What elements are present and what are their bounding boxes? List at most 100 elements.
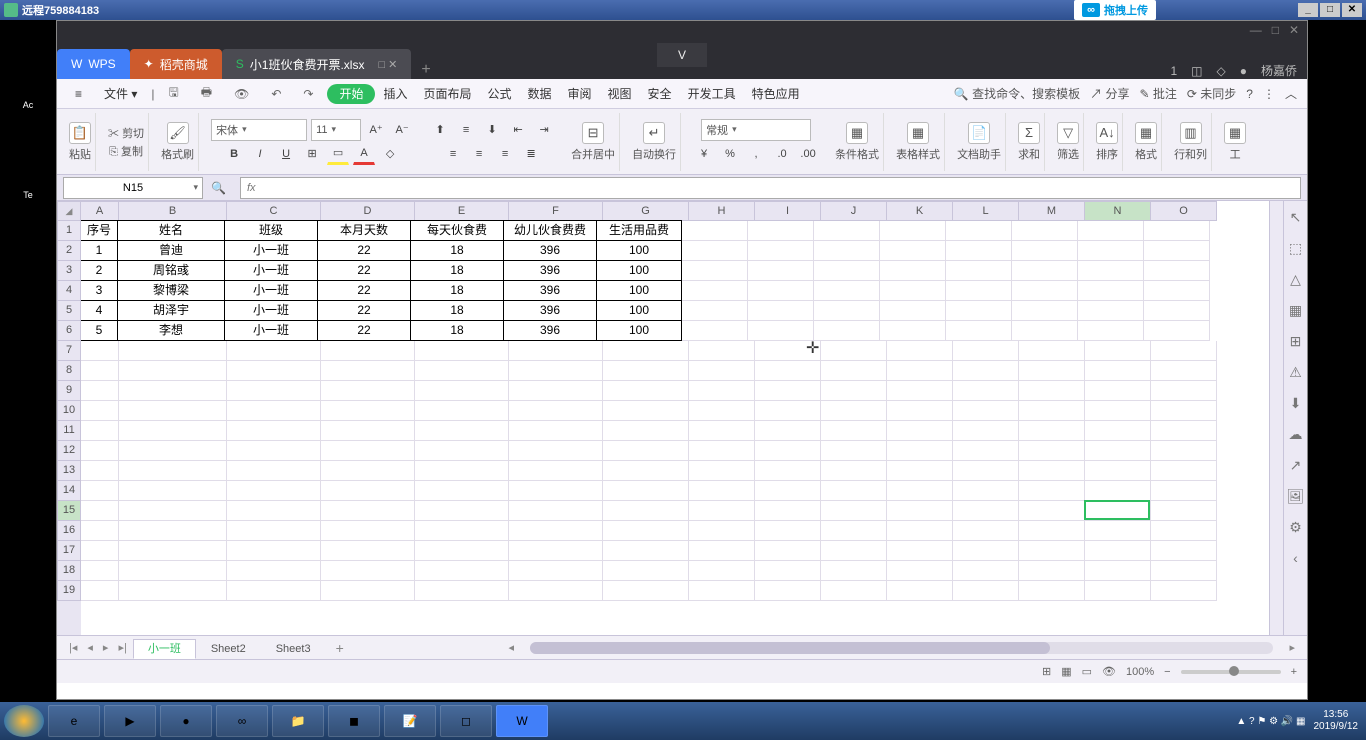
row-header-16[interactable]: 16 xyxy=(57,521,81,541)
cell-E15[interactable] xyxy=(415,501,509,521)
taskbar-player[interactable]: ▶ xyxy=(104,705,156,737)
cell-E5[interactable]: 18 xyxy=(410,300,504,321)
row-header-18[interactable]: 18 xyxy=(57,561,81,581)
cell-A1[interactable]: 序号 xyxy=(81,220,118,241)
cell-E19[interactable] xyxy=(415,581,509,601)
cell-G11[interactable] xyxy=(603,421,689,441)
cell-K4[interactable] xyxy=(880,281,946,301)
dec-inc-icon[interactable]: .0 xyxy=(771,143,793,165)
cell-C11[interactable] xyxy=(227,421,321,441)
cell-F5[interactable]: 396 xyxy=(503,300,597,321)
cell-B8[interactable] xyxy=(119,361,227,381)
cell-L5[interactable] xyxy=(946,301,1012,321)
cell-H4[interactable] xyxy=(682,281,748,301)
dec-dec-icon[interactable]: .00 xyxy=(797,143,819,165)
cell-E2[interactable]: 18 xyxy=(410,240,504,261)
remote-window-buttons[interactable]: _□✕ xyxy=(1296,3,1362,17)
cell-O18[interactable] xyxy=(1151,561,1217,581)
tshirt-icon[interactable]: ◇ xyxy=(1217,64,1226,78)
filter-icon[interactable]: ▽ xyxy=(1057,122,1079,144)
cell-M3[interactable] xyxy=(1012,261,1078,281)
cell-H7[interactable] xyxy=(689,341,755,361)
wrap-icon[interactable]: ↵ xyxy=(643,122,665,144)
back-icon[interactable]: ‹ xyxy=(1293,550,1298,566)
col-header-A[interactable]: A xyxy=(81,201,119,221)
font-combo[interactable]: 宋体▾ xyxy=(211,119,307,141)
tray-icons[interactable]: ▲ ? ⚑ ⚙ 🔊 ▦ xyxy=(1236,716,1305,727)
save-icon[interactable]: 🖫 xyxy=(161,79,187,108)
fill-color-button[interactable]: ▭ xyxy=(327,143,349,165)
cell-I16[interactable] xyxy=(755,521,821,541)
user-avatar[interactable]: ● xyxy=(1240,64,1247,78)
cell-E7[interactable] xyxy=(415,341,509,361)
cell-F6[interactable]: 396 xyxy=(503,320,597,341)
close-icon[interactable]: □ ✕ xyxy=(378,58,397,71)
help-icon[interactable]: ? xyxy=(1246,87,1253,101)
shape-icon[interactable]: △ xyxy=(1290,271,1301,288)
taskbar-clock[interactable]: 13:562019/9/12 xyxy=(1314,709,1359,733)
cell-J11[interactable] xyxy=(821,421,887,441)
cell-L10[interactable] xyxy=(953,401,1019,421)
cell-J12[interactable] xyxy=(821,441,887,461)
format-icon[interactable]: ▦ xyxy=(1135,122,1157,144)
cell-B1[interactable]: 姓名 xyxy=(117,220,225,241)
taskbar-wps[interactable]: W xyxy=(496,705,548,737)
cell-L6[interactable] xyxy=(946,321,1012,341)
cell-B5[interactable]: 胡泽宇 xyxy=(117,300,225,321)
cell-O12[interactable] xyxy=(1151,441,1217,461)
cell-O3[interactable] xyxy=(1144,261,1210,281)
col-header-G[interactable]: G xyxy=(603,201,689,221)
cell-D4[interactable]: 22 xyxy=(317,280,411,301)
cell-F8[interactable] xyxy=(509,361,603,381)
cell-C1[interactable]: 班级 xyxy=(224,220,318,241)
cell-N1[interactable] xyxy=(1078,221,1144,241)
cell-M12[interactable] xyxy=(1019,441,1085,461)
cell-O11[interactable] xyxy=(1151,421,1217,441)
cell-G15[interactable] xyxy=(603,501,689,521)
cell-J17[interactable] xyxy=(821,541,887,561)
cell-C16[interactable] xyxy=(227,521,321,541)
tab-wps-home[interactable]: W WPS xyxy=(57,49,130,79)
add-sheet-button[interactable]: + xyxy=(328,640,352,656)
cell-M4[interactable] xyxy=(1012,281,1078,301)
number-format-combo[interactable]: 常规▾ xyxy=(701,119,811,141)
cell-I7[interactable] xyxy=(755,341,821,361)
cell-O15[interactable] xyxy=(1151,501,1217,521)
ribbon-tab-7[interactable]: 安全 xyxy=(640,83,680,105)
cell-grid[interactable]: ABCDEFGHIJKLMNO 序号姓名班级本月天数每天伙食费幼儿伙食费费生活用… xyxy=(81,201,1269,635)
sheet-nav-first[interactable]: |◂ xyxy=(65,641,81,654)
cell-H19[interactable] xyxy=(689,581,755,601)
cell-D13[interactable] xyxy=(321,461,415,481)
print-icon[interactable]: 🖶 xyxy=(193,79,220,108)
col-header-F[interactable]: F xyxy=(509,201,603,221)
cell-J2[interactable] xyxy=(814,241,880,261)
cell-A17[interactable] xyxy=(81,541,119,561)
cell-L3[interactable] xyxy=(946,261,1012,281)
sheet-tab-1[interactable]: Sheet2 xyxy=(196,639,261,659)
cell-I12[interactable] xyxy=(755,441,821,461)
sheet-nav-last[interactable]: ▸| xyxy=(114,641,130,654)
cell-H18[interactable] xyxy=(689,561,755,581)
cell-B6[interactable]: 李想 xyxy=(117,320,225,341)
border-button[interactable]: ⊞ xyxy=(301,143,323,165)
cell-E10[interactable] xyxy=(415,401,509,421)
cell-J9[interactable] xyxy=(821,381,887,401)
cell-N2[interactable] xyxy=(1078,241,1144,261)
cell-C2[interactable]: 小一班 xyxy=(224,240,318,261)
sheet-nav-prev[interactable]: ◂ xyxy=(83,641,97,654)
comma-icon[interactable]: , xyxy=(745,143,767,165)
cell-C13[interactable] xyxy=(227,461,321,481)
cell-L7[interactable] xyxy=(953,341,1019,361)
cell-K17[interactable] xyxy=(887,541,953,561)
user-name[interactable]: 杨嘉侨 xyxy=(1261,62,1297,79)
cut-button[interactable]: ✂ 剪切 xyxy=(108,125,144,141)
cell-A16[interactable] xyxy=(81,521,119,541)
ribbon-tab-3[interactable]: 公式 xyxy=(479,83,519,105)
cell-K11[interactable] xyxy=(887,421,953,441)
cell-B13[interactable] xyxy=(119,461,227,481)
cell-A6[interactable]: 5 xyxy=(81,320,118,341)
cell-M11[interactable] xyxy=(1019,421,1085,441)
cell-I19[interactable] xyxy=(755,581,821,601)
cell-E12[interactable] xyxy=(415,441,509,461)
cell-A14[interactable] xyxy=(81,481,119,501)
